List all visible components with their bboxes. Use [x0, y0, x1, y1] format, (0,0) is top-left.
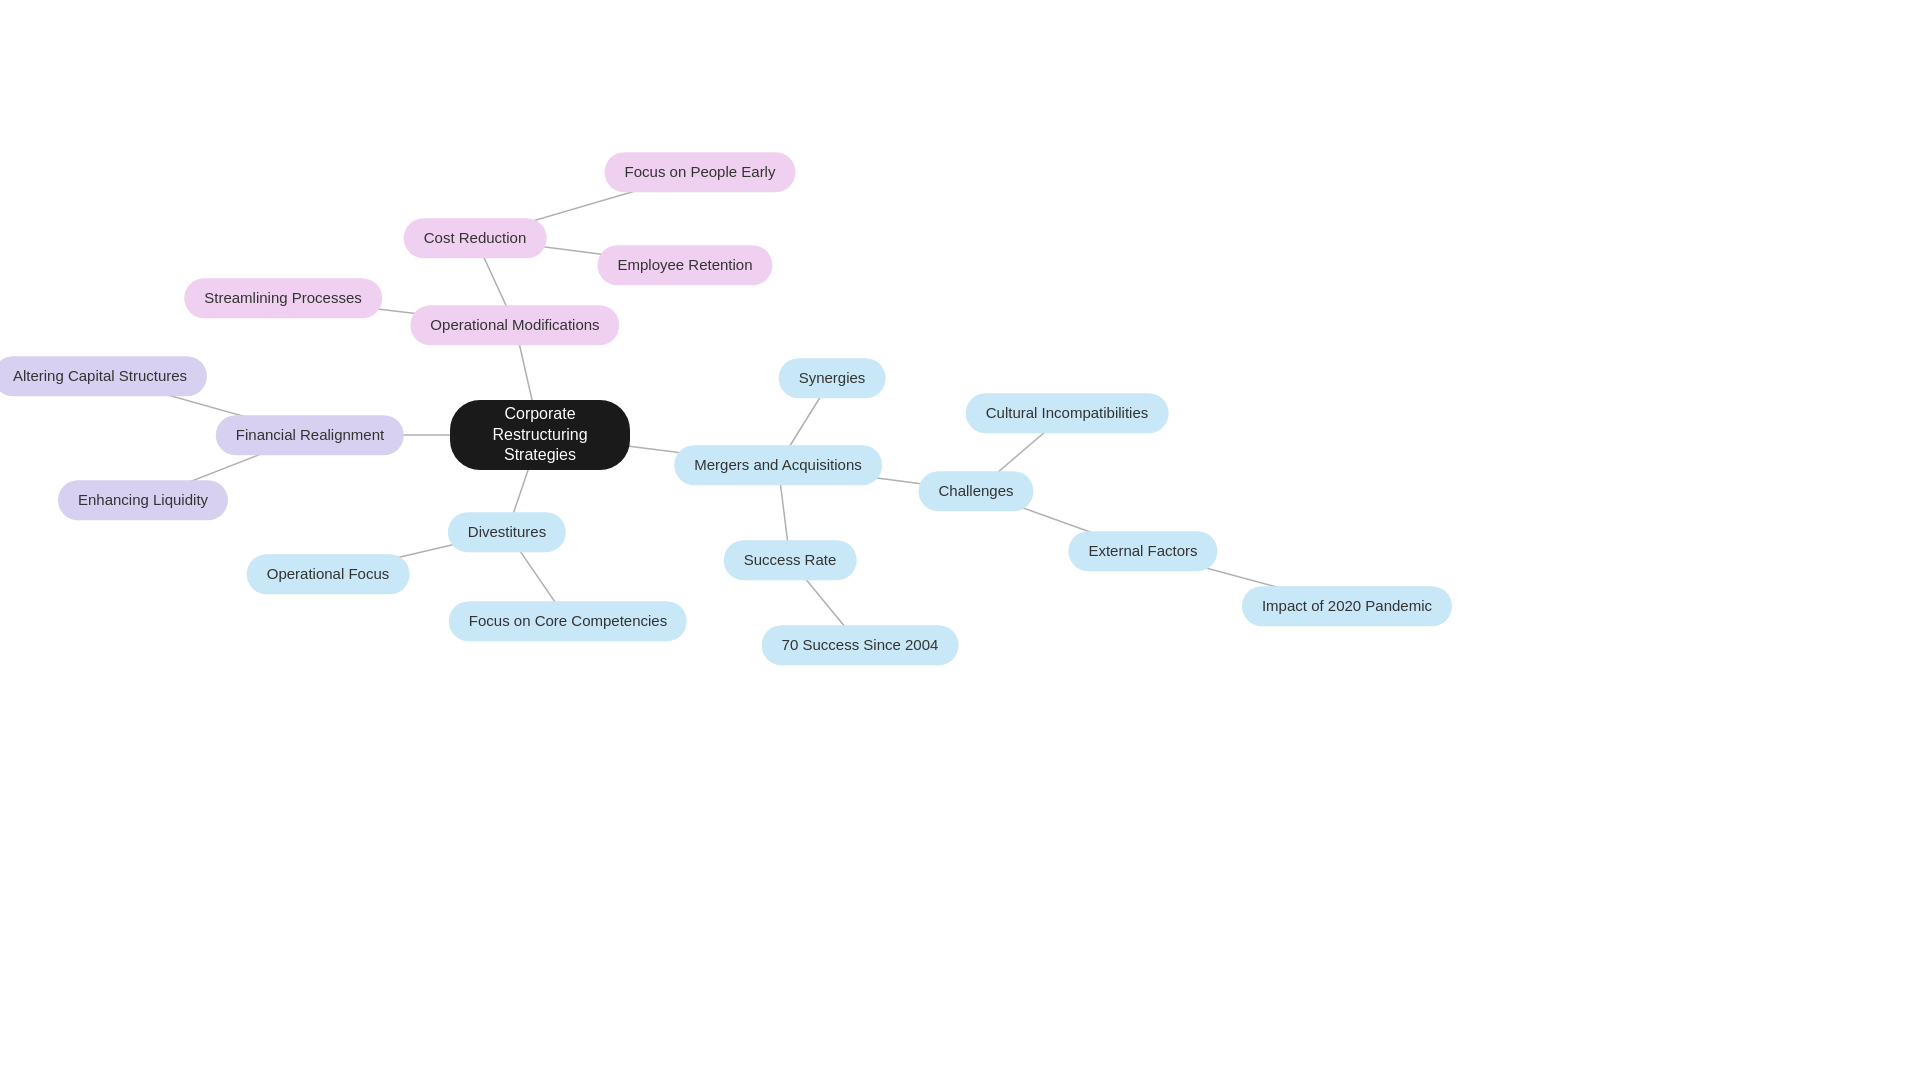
synergies-node[interactable]: Synergies	[779, 358, 886, 398]
divestitures-node[interactable]: Divestitures	[448, 512, 566, 552]
streamlining-processes-node[interactable]: Streamlining Processes	[184, 278, 382, 318]
connections-svg	[0, 0, 1920, 1083]
impact-of-2020-pandemic-node[interactable]: Impact of 2020 Pandemic	[1242, 586, 1452, 626]
center-node[interactable]: Corporate Restructuring Strategies	[450, 400, 630, 470]
financial-realignment-node[interactable]: Financial Realignment	[216, 415, 404, 455]
success-rate-node[interactable]: Success Rate	[724, 540, 857, 580]
operational-focus-node[interactable]: Operational Focus	[247, 554, 410, 594]
mindmap-container: Corporate Restructuring Strategies Operat…	[0, 0, 1920, 1083]
external-factors-node[interactable]: External Factors	[1068, 531, 1217, 571]
altering-capital-structures-node[interactable]: Altering Capital Structures	[0, 356, 207, 396]
cultural-incompatibilities-node[interactable]: Cultural Incompatibilities	[966, 393, 1169, 433]
operational-modifications-node[interactable]: Operational Modifications	[410, 305, 619, 345]
mergers-and-acquisitions-node[interactable]: Mergers and Acquisitions	[674, 445, 882, 485]
challenges-node[interactable]: Challenges	[918, 471, 1033, 511]
focus-on-people-early-node[interactable]: Focus on People Early	[605, 152, 796, 192]
enhancing-liquidity-node[interactable]: Enhancing Liquidity	[58, 480, 228, 520]
cost-reduction-node[interactable]: Cost Reduction	[404, 218, 547, 258]
focus-on-core-competencies-node[interactable]: Focus on Core Competencies	[449, 601, 687, 641]
employee-retention-node[interactable]: Employee Retention	[597, 245, 772, 285]
70-success-since-2004-node[interactable]: 70 Success Since 2004	[762, 625, 959, 665]
